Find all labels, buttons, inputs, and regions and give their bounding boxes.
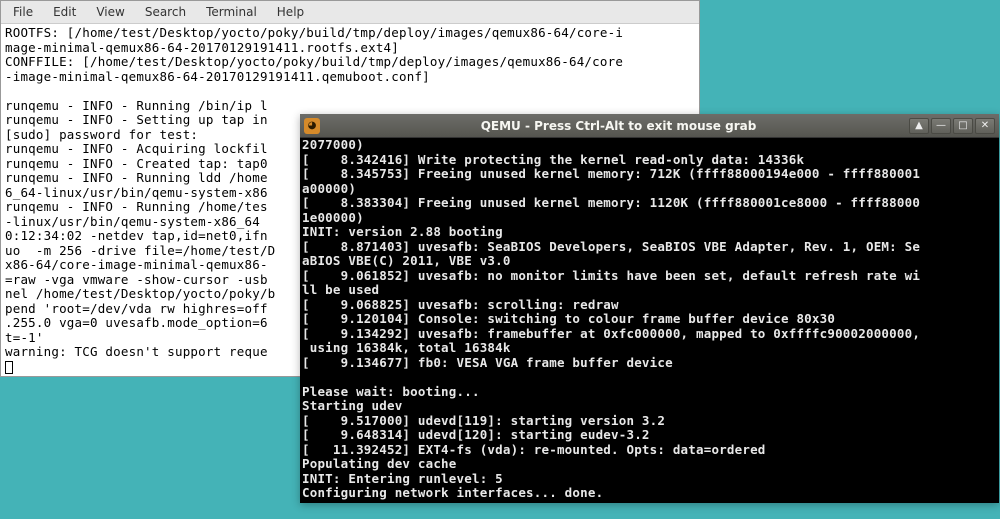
qemu-console-line: [ 9.120104] Console: switching to colour… <box>302 312 997 327</box>
window-rollup-button[interactable]: ▲ <box>909 118 929 134</box>
qemu-console-line: ll be used <box>302 283 997 298</box>
qemu-console-line: 2077000) <box>302 138 997 153</box>
terminal-line: ROOTFS: [/home/test/Desktop/yocto/poky/b… <box>5 26 695 41</box>
qemu-console-line: Populating dev cache <box>302 457 997 472</box>
terminal-line <box>5 84 695 99</box>
terminal-line: CONFFILE: [/home/test/Desktop/yocto/poky… <box>5 55 695 70</box>
qemu-console-line: [ 11.392452] EXT4-fs (vda): re-mounted. … <box>302 443 997 458</box>
menu-terminal[interactable]: Terminal <box>198 3 265 21</box>
qemu-console-line: Please wait: booting... <box>302 385 997 400</box>
menu-view[interactable]: View <box>88 3 132 21</box>
qemu-console-line <box>302 370 997 385</box>
qemu-console-line: [ 8.345753] Freeing unused kernel memory… <box>302 167 997 182</box>
menu-help[interactable]: Help <box>269 3 312 21</box>
terminal-line: -image-minimal-qemux86-64-20170129191411… <box>5 70 695 85</box>
terminal-line: runqemu - INFO - Running /bin/ip l <box>5 99 695 114</box>
qemu-app-icon: ◕ <box>304 118 320 134</box>
qemu-console-line: [ 9.061852] uvesafb: no monitor limits h… <box>302 269 997 284</box>
qemu-console-line: [ 9.134292] uvesafb: framebuffer at 0xfc… <box>302 327 997 342</box>
qemu-console-line: [ 8.383304] Freeing unused kernel memory… <box>302 196 997 211</box>
menubar: File Edit View Search Terminal Help <box>1 1 699 24</box>
qemu-title: QEMU - Press Ctrl-Alt to exit mouse grab <box>328 119 909 133</box>
window-close-button[interactable]: ✕ <box>975 118 995 134</box>
terminal-cursor <box>5 361 13 374</box>
qemu-console-line: INIT: version 2.88 booting <box>302 225 997 240</box>
menu-file[interactable]: File <box>5 3 41 21</box>
qemu-console-line: Starting udev <box>302 399 997 414</box>
qemu-console-line: [ 8.342416] Write protecting the kernel … <box>302 153 997 168</box>
terminal-line: mage-minimal-qemux86-64-20170129191411.r… <box>5 41 695 56</box>
qemu-console-line: a00000) <box>302 182 997 197</box>
qemu-console-line: Configuring network interfaces... done. <box>302 486 997 501</box>
qemu-console-line: [ 9.648314] udevd[120]: starting eudev-3… <box>302 428 997 443</box>
menu-edit[interactable]: Edit <box>45 3 84 21</box>
qemu-console-line: aBIOS VBE(C) 2011, VBE v3.0 <box>302 254 997 269</box>
qemu-console-line: using 16384k, total 16384k <box>302 341 997 356</box>
qemu-console-line: 1e00000) <box>302 211 997 226</box>
window-minimize-button[interactable]: — <box>931 118 951 134</box>
qemu-console-line: [ 9.517000] udevd[119]: starting version… <box>302 414 997 429</box>
qemu-console-line: INIT: Entering runlevel: 5 <box>302 472 997 487</box>
qemu-console-line: [ 9.134677] fb0: VESA VGA frame buffer d… <box>302 356 997 371</box>
qemu-titlebar[interactable]: ◕ QEMU - Press Ctrl-Alt to exit mouse gr… <box>300 114 999 138</box>
qemu-console[interactable]: 2077000)[ 8.342416] Write protecting the… <box>300 138 999 503</box>
qemu-console-line: [ 8.871403] uvesafb: SeaBIOS Developers,… <box>302 240 997 255</box>
menu-search[interactable]: Search <box>137 3 194 21</box>
window-controls: ▲ — □ ✕ <box>909 118 995 134</box>
qemu-window: ◕ QEMU - Press Ctrl-Alt to exit mouse gr… <box>300 114 999 503</box>
qemu-console-line: [ 9.068825] uvesafb: scrolling: redraw <box>302 298 997 313</box>
window-maximize-button[interactable]: □ <box>953 118 973 134</box>
